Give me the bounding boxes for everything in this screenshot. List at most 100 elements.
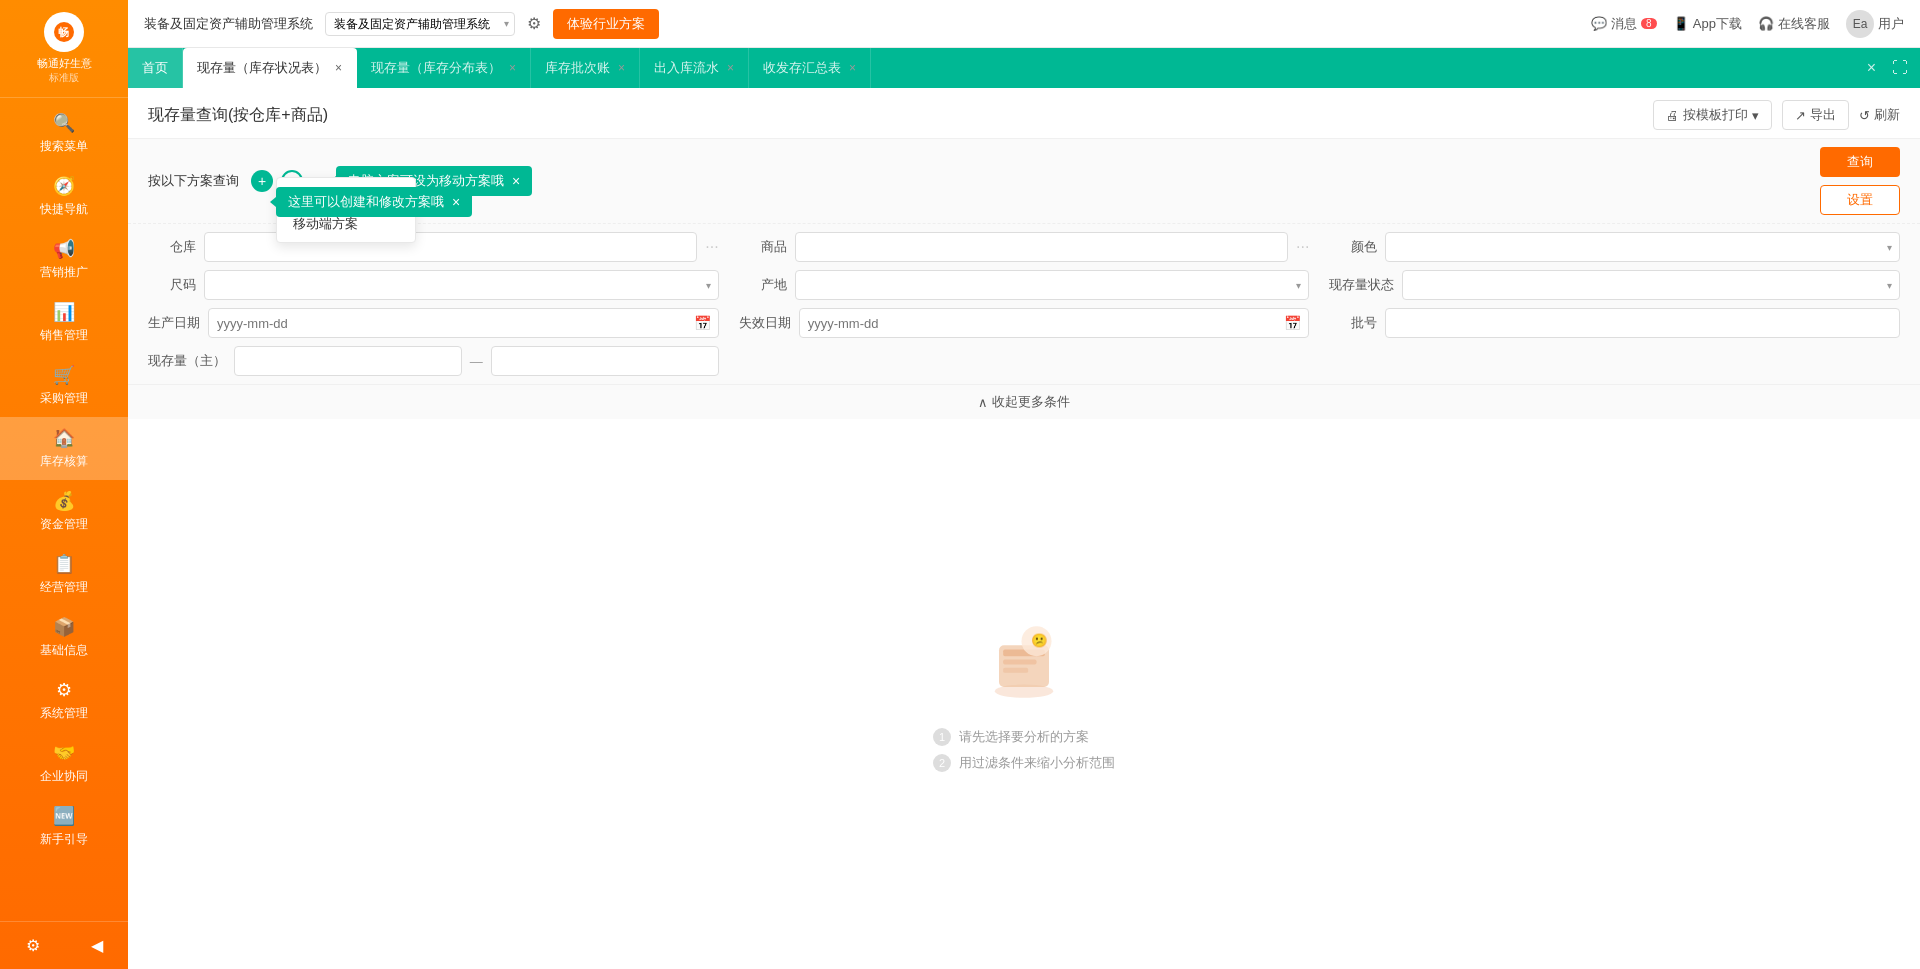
filter-row-3: 生产日期 📅 失效日期 📅 批号 xyxy=(148,308,1900,338)
expire-date-input[interactable] xyxy=(799,308,1310,338)
produce-date-wrapper: 📅 xyxy=(208,308,719,338)
filter-color: 颜色 xyxy=(1329,232,1900,262)
message-label: 消息 xyxy=(1611,15,1637,33)
collapse-label: 收起更多条件 xyxy=(992,393,1070,411)
sidebar-item-guide[interactable]: 🆕 新手引导 xyxy=(0,795,128,858)
refresh-btn[interactable]: ↺ 刷新 xyxy=(1859,106,1900,124)
marketing-icon: 📢 xyxy=(53,238,75,260)
tab-batch-account[interactable]: 库存批次账 × xyxy=(531,48,640,88)
sidebar-item-quicknav[interactable]: 🧭 快捷导航 xyxy=(0,165,128,228)
goods-dots[interactable]: ··· xyxy=(1296,238,1309,256)
app-download-label: App下载 xyxy=(1693,15,1742,33)
origin-label: 产地 xyxy=(739,276,787,294)
message-action[interactable]: 💬 消息 8 xyxy=(1591,15,1657,33)
tab-inventory-dist[interactable]: 现存量（库存分布表） × xyxy=(357,48,531,88)
color-select[interactable] xyxy=(1385,232,1900,262)
print-icon: 🖨 xyxy=(1666,108,1679,123)
sidebar-item-sales[interactable]: 📊 销售管理 xyxy=(0,291,128,354)
sidebar-item-basic[interactable]: 📦 基础信息 xyxy=(0,606,128,669)
stock-status-select[interactable] xyxy=(1402,270,1900,300)
quicknav-icon: 🧭 xyxy=(53,175,75,197)
tab-collect-summary[interactable]: 收发存汇总表 × xyxy=(749,48,871,88)
tooltip-add-close[interactable]: × xyxy=(512,173,520,189)
tab-inventory-dist-label: 现存量（库存分布表） xyxy=(371,59,501,77)
tab-inout-flow[interactable]: 出入库流水 × xyxy=(640,48,749,88)
tab-collect-summary-close[interactable]: × xyxy=(849,61,856,75)
online-support-action[interactable]: 🎧 在线客服 xyxy=(1758,15,1830,33)
tab-fullscreen-icon[interactable]: ⛶ xyxy=(1888,55,1912,81)
empty-step-2-text: 用过滤条件来缩小分析范围 xyxy=(959,750,1115,776)
filter-origin: 产地 xyxy=(739,270,1310,300)
tab-inventory-status-close[interactable]: × xyxy=(335,61,342,75)
collapse-btn[interactable]: ◀ xyxy=(85,930,109,961)
trial-button[interactable]: 体验行业方案 xyxy=(553,9,659,39)
tab-batch-account-close[interactable]: × xyxy=(618,61,625,75)
origin-select[interactable] xyxy=(795,270,1310,300)
sidebar-item-label: 资金管理 xyxy=(40,516,88,533)
produce-date-input[interactable] xyxy=(208,308,719,338)
sidebar-item-finance[interactable]: 💰 资金管理 xyxy=(0,480,128,543)
goods-input[interactable] xyxy=(795,232,1288,262)
message-badge: 8 xyxy=(1641,18,1657,29)
tab-bar: 首页 现存量（库存状况表） × 现存量（库存分布表） × 库存批次账 × 出入库… xyxy=(128,48,1920,88)
warehouse-dots[interactable]: ··· xyxy=(705,238,718,256)
system-select[interactable]: 装备及固定资产辅助管理系统 xyxy=(325,12,515,36)
tab-inout-flow-close[interactable]: × xyxy=(727,61,734,75)
tooltip-scheme-close[interactable]: × xyxy=(452,194,460,210)
sidebar-item-inventory[interactable]: 🏠 库存核算 xyxy=(0,417,128,480)
goods-label: 商品 xyxy=(739,238,787,256)
expire-date-label: 失效日期 xyxy=(739,314,791,332)
main-area: 装备及固定资产辅助管理系统 装备及固定资产辅助管理系统 ⚙ 体验行业方案 💬 消… xyxy=(128,0,1920,969)
tab-home-label: 首页 xyxy=(142,59,168,77)
produce-date-label: 生产日期 xyxy=(148,314,200,332)
reset-button[interactable]: 设置 xyxy=(1820,185,1900,215)
stock-main-from-input[interactable] xyxy=(234,346,462,376)
sidebar-item-label: 营销推广 xyxy=(40,264,88,281)
collapse-row[interactable]: ∧ 收起更多条件 xyxy=(128,384,1920,419)
tab-inventory-status[interactable]: 现存量（库存状况表） × xyxy=(183,48,357,88)
tab-bar-end: × ⛶ xyxy=(1863,55,1920,81)
export-btn[interactable]: ↗ 导出 xyxy=(1782,100,1849,130)
sidebar-item-system[interactable]: ⚙ 系统管理 xyxy=(0,669,128,732)
logo-badge: 标准版 xyxy=(49,71,79,85)
produce-date-icon[interactable]: 📅 xyxy=(694,315,711,331)
tab-inventory-dist-close[interactable]: × xyxy=(509,61,516,75)
stock-main-to-input[interactable] xyxy=(491,346,719,376)
print-btn[interactable]: 🖨 按模板打印 ▾ xyxy=(1653,100,1772,130)
tab-home[interactable]: 首页 xyxy=(128,48,183,88)
filter-row-2: 尺码 产地 现存量状态 xyxy=(148,270,1900,300)
sidebar-item-operations[interactable]: 📋 经营管理 xyxy=(0,543,128,606)
stock-status-label: 现存量状态 xyxy=(1329,276,1394,294)
sidebar-nav: 🔍 搜索菜单 🧭 快捷导航 📢 营销推广 📊 销售管理 🛒 采购管理 🏠 库存核… xyxy=(0,102,128,921)
sidebar-item-marketing[interactable]: 📢 营销推广 xyxy=(0,228,128,291)
filter-batch: 批号 xyxy=(1329,308,1900,338)
add-scheme-btn[interactable]: + xyxy=(251,170,273,192)
sidebar-item-label: 销售管理 xyxy=(40,327,88,344)
settings-btn[interactable]: ⚙ xyxy=(20,930,46,961)
user-action[interactable]: Ea 用户 xyxy=(1846,10,1904,38)
filter-grid: 仓库 ··· 商品 ··· 颜色 xyxy=(128,224,1920,384)
header-settings-icon[interactable]: ⚙ xyxy=(527,14,541,33)
sidebar-item-search[interactable]: 🔍 搜索菜单 xyxy=(0,102,128,165)
sidebar-item-label: 系统管理 xyxy=(40,705,88,722)
system-name: 装备及固定资产辅助管理系统 xyxy=(144,15,313,33)
tab-inventory-status-label: 现存量（库存状况表） xyxy=(197,59,327,77)
filter-row-4: 现存量（主） — xyxy=(148,346,1900,376)
tab-close-all-icon[interactable]: × xyxy=(1863,55,1880,81)
search-button[interactable]: 查询 xyxy=(1820,147,1900,177)
sidebar-item-purchase[interactable]: 🛒 采购管理 xyxy=(0,354,128,417)
svg-text:😕: 😕 xyxy=(1031,632,1048,649)
app-download-action[interactable]: 📱 App下载 xyxy=(1673,15,1742,33)
sidebar-item-label: 新手引导 xyxy=(40,831,88,848)
size-select[interactable] xyxy=(204,270,719,300)
basic-icon: 📦 xyxy=(53,616,75,638)
search-icon: 🔍 xyxy=(53,112,75,134)
step-num-1: 1 xyxy=(933,728,951,746)
expire-date-icon[interactable]: 📅 xyxy=(1284,315,1301,331)
sidebar-item-enterprise[interactable]: 🤝 企业协同 xyxy=(0,732,128,795)
collapse-content: ∧ 收起更多条件 xyxy=(136,393,1912,411)
system-selector[interactable]: 装备及固定资产辅助管理系统 xyxy=(325,12,515,36)
batch-input[interactable] xyxy=(1385,308,1900,338)
empty-step-1: 1 请先选择要分析的方案 xyxy=(933,724,1115,750)
color-select-wrapper xyxy=(1385,232,1900,262)
